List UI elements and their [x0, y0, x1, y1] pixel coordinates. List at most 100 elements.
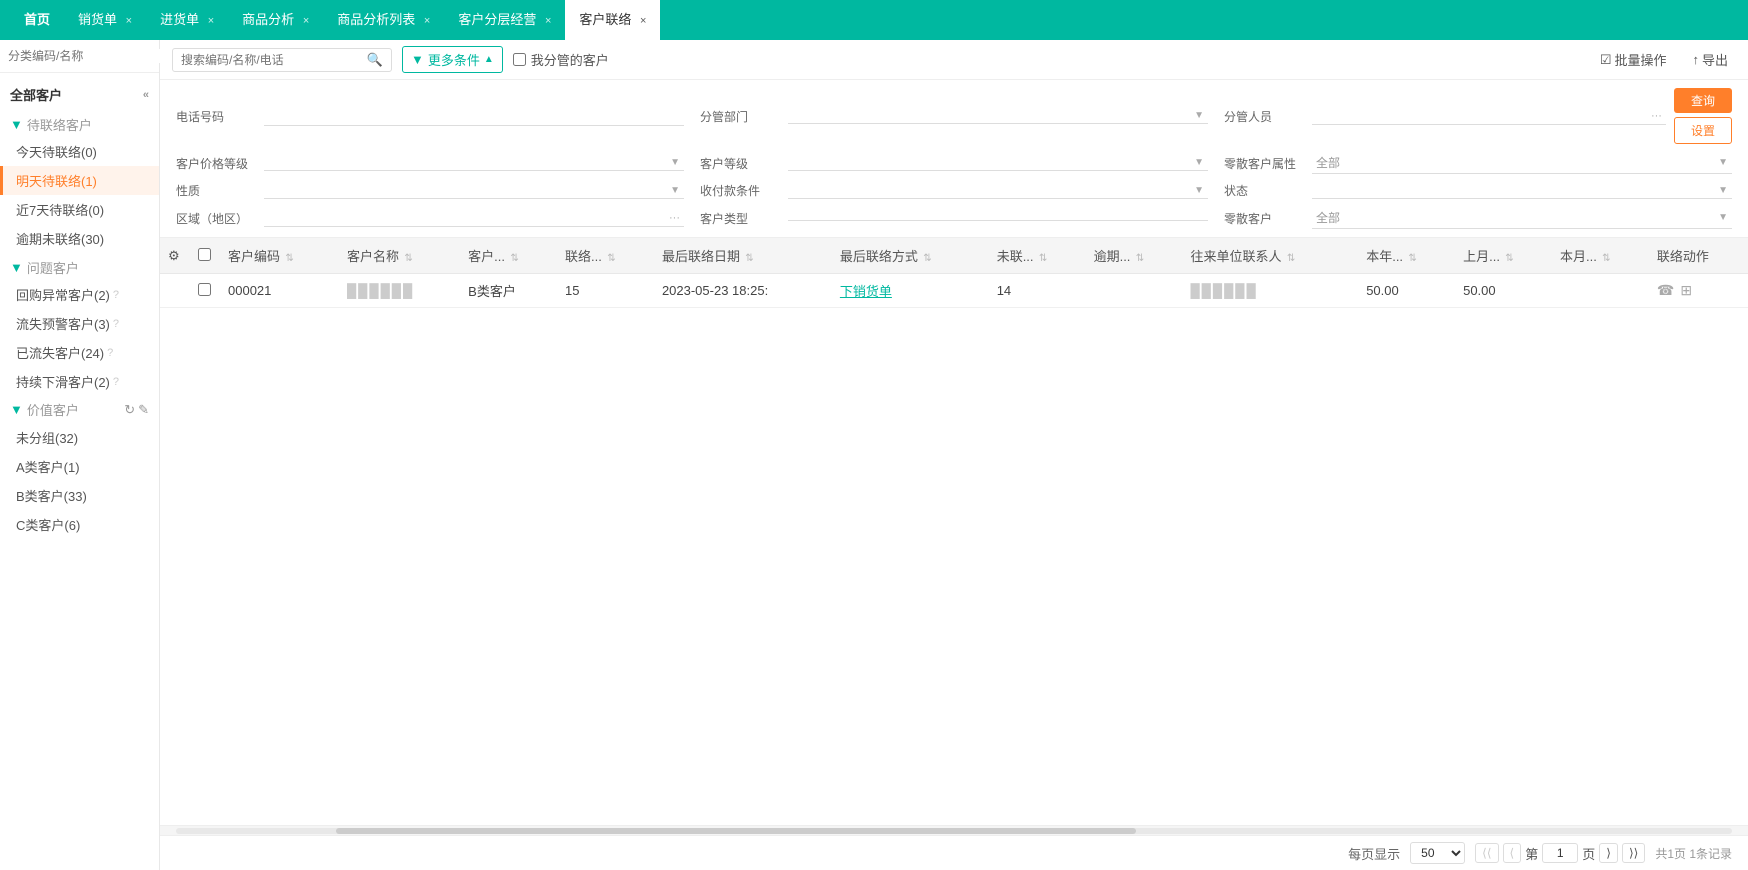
nav-sales-order[interactable]: 销货单 ×	[64, 0, 146, 40]
gender-select[interactable]: ▼	[264, 183, 684, 199]
person-dots-icon[interactable]: ···	[1651, 110, 1662, 122]
search-bar-icon[interactable]: 🔍	[367, 52, 383, 68]
nav-purchase-order[interactable]: 进货单 ×	[146, 0, 228, 40]
sort-last-date-icon[interactable]: ⇅	[745, 253, 753, 264]
th-checkbox	[190, 238, 220, 274]
sort-last-month-icon[interactable]: ⇅	[1505, 253, 1513, 264]
contact-action-icon[interactable]: ☎	[1657, 282, 1674, 299]
prev-page-button[interactable]: ⟨	[1503, 843, 1522, 863]
page-number-input[interactable]	[1542, 843, 1578, 863]
sidebar-item-today-pending[interactable]: 今天待联络(0)	[0, 137, 159, 166]
help-icon-2[interactable]: ?	[107, 347, 113, 359]
sidebar-item-ungrouped[interactable]: 未分组(32)	[0, 423, 159, 452]
price-level-label: 客户价格等级	[176, 155, 256, 172]
value-section-title[interactable]: ▼ 价值客户 ↻ ✎	[0, 396, 159, 423]
last-contact-method-link[interactable]: 下销货单	[840, 284, 892, 299]
refresh-icon[interactable]: ↻	[124, 402, 135, 418]
close-purchase-order-icon[interactable]: ×	[208, 15, 214, 27]
export-button[interactable]: ↑ 导出	[1684, 47, 1736, 72]
td-last-contact-date: 2023-05-23 18:25:	[654, 274, 832, 308]
dept-select[interactable]: ▼	[788, 108, 1208, 124]
sort-name-icon[interactable]: ⇅	[404, 253, 412, 264]
bottom-scrollbar[interactable]	[160, 825, 1748, 835]
sort-overdue-icon[interactable]: ⇅	[1136, 253, 1144, 264]
td-last-month: 50.00	[1455, 274, 1552, 308]
td-last-contact-method: 下销货单	[832, 274, 989, 308]
close-customer-segmentation-icon[interactable]: ×	[545, 15, 551, 27]
sidebar-item-tomorrow-pending[interactable]: 明天待联络(1)	[0, 166, 159, 195]
query-button[interactable]: 查询	[1674, 88, 1732, 113]
close-product-analysis-list-icon[interactable]: ×	[424, 15, 430, 27]
per-page-select[interactable]: 50 100	[1410, 842, 1465, 864]
close-customer-contact-icon[interactable]: ×	[640, 15, 646, 27]
batch-operation-button[interactable]: ☑ 批量操作	[1592, 47, 1675, 72]
collapse-icon[interactable]: «	[143, 89, 149, 101]
edit-icon[interactable]: ✎	[138, 402, 149, 418]
sidebar-item-declining[interactable]: 持续下滑客户(2) ?	[0, 367, 159, 396]
filter-panel: 电话号码 分管部门 ▼ 分管人员 ··· 查询 设置	[160, 80, 1748, 238]
retail-customer-arrow-icon: ▼	[1718, 212, 1728, 223]
next-page-button[interactable]: ⟩	[1599, 843, 1618, 863]
settings-button[interactable]: 设置	[1674, 117, 1732, 144]
nav-customer-contact[interactable]: 客户联络 ×	[565, 0, 660, 40]
area-select[interactable]: ···	[264, 210, 684, 227]
close-product-analysis-icon[interactable]: ×	[303, 15, 309, 27]
nav-product-analysis-list[interactable]: 商品分析列表 ×	[323, 0, 444, 40]
filter-area-row: 区域（地区） ···	[176, 207, 684, 229]
last-page-button[interactable]: ⟩⟩	[1622, 843, 1645, 863]
nav-home[interactable]: 首页	[10, 0, 64, 40]
help-icon-0[interactable]: ?	[113, 289, 119, 301]
page-label: 第	[1525, 844, 1538, 863]
sort-contacts-icon[interactable]: ⇅	[607, 253, 615, 264]
help-icon-3[interactable]: ?	[113, 376, 119, 388]
sort-this-month-icon[interactable]: ⇅	[1602, 253, 1610, 264]
customer-type-select[interactable]	[788, 216, 1208, 221]
sidebar-item-7days-pending[interactable]: 近7天待联络(0)	[0, 195, 159, 224]
sidebar-content: 全部客户 « ▼ 待联络客户 今天待联络(0) 明天待联络(1) 近7天待联络(…	[0, 73, 159, 870]
retail-customer-select[interactable]: 全部 ▼	[1312, 207, 1732, 229]
sort-this-year-icon[interactable]: ⇅	[1408, 253, 1416, 264]
sidebar-item-c-class[interactable]: C类客户(6)	[0, 510, 159, 539]
th-type: 客户... ⇅	[460, 238, 557, 274]
sort-unit-contact-icon[interactable]: ⇅	[1287, 253, 1295, 264]
nav-product-analysis[interactable]: 商品分析 ×	[228, 0, 323, 40]
th-unit-contact: 往来单位联系人 ⇅	[1182, 238, 1358, 274]
sidebar-item-abnormal-repurchase[interactable]: 回购异常客户(2) ?	[0, 280, 159, 309]
person-select[interactable]: ···	[1312, 108, 1666, 125]
sort-type-icon[interactable]: ⇅	[510, 253, 518, 264]
sort-code-icon[interactable]: ⇅	[285, 253, 293, 264]
my-customers-checkbox[interactable]	[513, 53, 526, 66]
all-customers-header[interactable]: 全部客户 «	[0, 79, 159, 110]
area-dots-icon[interactable]: ···	[669, 212, 680, 224]
first-page-button[interactable]: ⟨⟨	[1475, 843, 1498, 863]
sidebar-search-input[interactable]	[8, 49, 163, 63]
sidebar-item-churned[interactable]: 已流失客户(24) ?	[0, 338, 159, 367]
more-filters-button[interactable]: ▼ 更多条件 ▲	[402, 46, 503, 73]
sidebar-search-area: 🔍	[0, 40, 159, 73]
table-select-all-checkbox[interactable]	[198, 248, 211, 261]
pending-section-title: ▼ 待联络客户	[0, 110, 159, 137]
row-checkbox[interactable]	[198, 283, 211, 296]
sort-uncontacted-icon[interactable]: ⇅	[1039, 253, 1047, 264]
sidebar-item-churn-warning[interactable]: 流失预警客户(3) ?	[0, 309, 159, 338]
customer-level-select[interactable]: ▼	[788, 155, 1208, 171]
th-overdue: 逾期... ⇅	[1086, 238, 1183, 274]
help-icon-1[interactable]: ?	[113, 318, 119, 330]
th-last-contact-date: 最后联络日期 ⇅	[654, 238, 832, 274]
payment-select[interactable]: ▼	[788, 183, 1208, 199]
search-input[interactable]	[181, 53, 367, 67]
sort-last-method-icon[interactable]: ⇅	[923, 253, 931, 264]
sidebar-item-overdue-pending[interactable]: 逾期未联络(30)	[0, 224, 159, 253]
phone-input[interactable]	[264, 107, 684, 126]
close-sales-order-icon[interactable]: ×	[126, 15, 132, 27]
td-checkbox	[190, 274, 220, 308]
price-level-select[interactable]: ▼	[264, 155, 684, 171]
sidebar-item-b-class[interactable]: B类客户(33)	[0, 481, 159, 510]
status-select[interactable]: ▼	[1312, 183, 1732, 199]
nav-customer-segmentation[interactable]: 客户分层经营 ×	[444, 0, 565, 40]
more-action-icon[interactable]: ⊞	[1680, 282, 1692, 299]
sidebar: 🔍 全部客户 « ▼ 待联络客户 今天待联络(0) 明天待联络(1) 近7天待联…	[0, 40, 160, 870]
retail-attr-select[interactable]: 全部 ▼	[1312, 152, 1732, 174]
sidebar-item-a-class[interactable]: A类客户(1)	[0, 452, 159, 481]
gear-icon[interactable]: ⚙	[168, 248, 180, 263]
